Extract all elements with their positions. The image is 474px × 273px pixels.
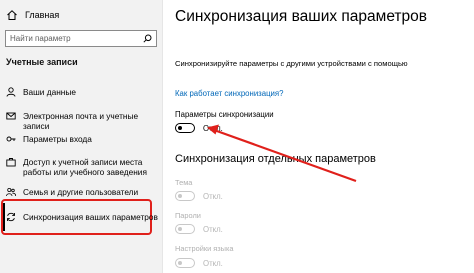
search-input[interactable] <box>6 31 140 46</box>
language-toggle-state: Откл. <box>203 259 223 268</box>
sidebar-item-your-info[interactable]: Ваши данные <box>6 87 163 97</box>
sync-icon <box>7 212 15 222</box>
search-box[interactable] <box>5 30 157 47</box>
home-label: Главная <box>25 10 60 20</box>
passwords-label: Пароли <box>175 211 201 220</box>
active-indicator <box>3 203 5 231</box>
language-label: Настройки языка <box>175 244 234 253</box>
how-sync-works-link[interactable]: Как работает синхронизация? <box>175 89 283 98</box>
toggle-knob <box>178 194 182 198</box>
theme-label: Тема <box>175 178 193 187</box>
sidebar-item-label: Параметры входа <box>23 134 92 144</box>
user-icon <box>6 87 16 97</box>
sidebar-item-sync[interactable]: Синхронизация ваших параметров <box>6 212 163 222</box>
sync-settings-label: Параметры синхронизации <box>175 110 274 119</box>
sidebar-item-label: Электронная почта и учетные записи <box>23 111 139 131</box>
language-toggle[interactable] <box>175 258 195 268</box>
sidebar-item-label: Семья и другие пользователи <box>23 187 139 197</box>
toggle-knob <box>178 261 182 265</box>
people-icon <box>6 187 16 197</box>
sidebar-item-email[interactable]: Электронная почта и учетные записи <box>6 111 163 131</box>
sidebar-item-label: Синхронизация ваших параметров <box>23 212 158 222</box>
sidebar-item-work-access[interactable]: Доступ к учетной записи места работы или… <box>6 157 163 177</box>
toggle-knob <box>178 126 182 130</box>
home-link[interactable]: Главная <box>6 9 59 21</box>
sync-toggle-state: Откл. <box>203 124 223 133</box>
key-icon <box>6 136 16 142</box>
theme-toggle[interactable] <box>175 191 195 201</box>
sidebar-item-label: Ваши данные <box>23 87 76 97</box>
sync-description: Синхронизируйте параметры с другими устр… <box>175 59 408 68</box>
mail-icon <box>6 112 16 120</box>
sidebar-item-signin[interactable]: Параметры входа <box>6 134 163 144</box>
sidebar-item-family[interactable]: Семья и другие пользователи <box>6 187 163 197</box>
passwords-toggle[interactable] <box>175 224 195 234</box>
page-title: Синхронизация ваших параметров <box>175 8 428 25</box>
individual-settings-title: Синхронизация отдельных параметров <box>175 153 376 165</box>
home-icon <box>7 10 17 20</box>
briefcase-icon <box>6 158 16 167</box>
sidebar-item-label: Доступ к учетной записи места работы или… <box>23 157 147 177</box>
toggle-knob <box>178 227 182 231</box>
search-icon[interactable] <box>143 34 152 43</box>
theme-toggle-state: Откл. <box>203 192 223 201</box>
passwords-toggle-state: Откл. <box>203 225 223 234</box>
sync-settings-toggle[interactable] <box>175 123 195 133</box>
sidebar-section-title: Учетные записи <box>6 57 78 67</box>
